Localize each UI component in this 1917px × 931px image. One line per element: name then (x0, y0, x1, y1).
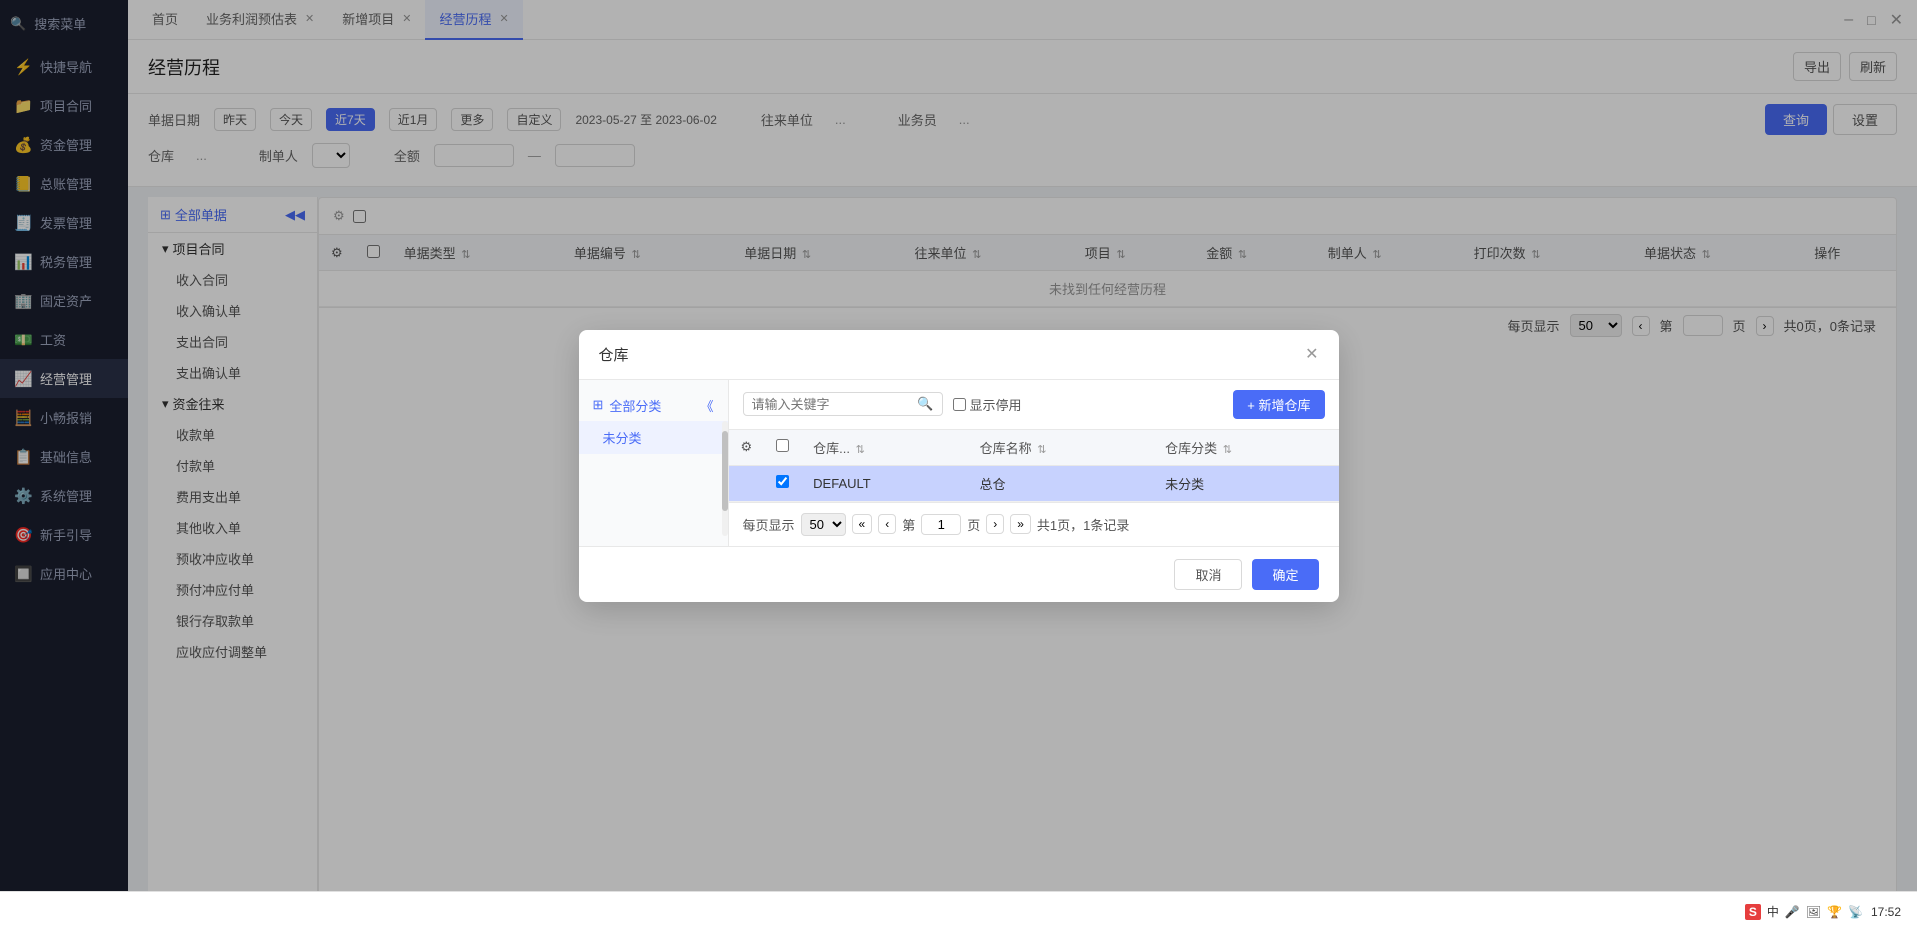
taskbar-icon-chinese[interactable]: 中 (1767, 903, 1779, 920)
modal-next-page-btn[interactable]: › (986, 514, 1004, 534)
modal-left-scrollbar-thumb (722, 431, 728, 511)
modal-per-page-label: 每页显示 (743, 515, 795, 534)
modal-close-button[interactable]: ✕ (1305, 344, 1318, 364)
wrow-settings (729, 465, 765, 501)
modal-first-page-btn[interactable]: « (852, 514, 873, 534)
modal-pagination: 每页显示 50 « ‹ 第 页 › » 共1页，1条记录 (743, 513, 1130, 536)
taskbar-icon-mic[interactable]: 🎤 (1785, 905, 1800, 919)
wrow-code: DEFAULT (801, 465, 967, 501)
modal-left-item-unclassified[interactable]: 未分类 (579, 421, 728, 454)
modal-total: 共1页，1条记录 (1037, 515, 1129, 534)
search-icon-2: 🔍 (917, 396, 933, 412)
wth-category[interactable]: 仓库分类 ⇅ (1153, 430, 1338, 466)
wrow-check[interactable] (764, 465, 801, 501)
modal-action-buttons: 取消 确定 (579, 546, 1339, 602)
add-warehouse-button[interactable]: + 新增仓库 (1233, 390, 1324, 419)
wth-header-checkbox[interactable] (776, 439, 789, 452)
modal-pagination-bar: 每页显示 50 « ‹ 第 页 › » 共1页，1条记录 (729, 502, 1339, 546)
show-disabled-label[interactable]: 显示停用 (953, 395, 1022, 414)
warehouse-table: ⚙ 仓库... ⇅ 仓库名称 ⇅ 仓库分类 ⇅ DEFAU (729, 430, 1339, 502)
warehouse-table-header: ⚙ 仓库... ⇅ 仓库名称 ⇅ 仓库分类 ⇅ (729, 430, 1339, 466)
wth-settings[interactable]: ⚙ (729, 430, 765, 466)
taskbar-icons: S 中 🎤 🖼 🏆 📡 (1745, 903, 1863, 920)
modal-per-page-select[interactable]: 50 (801, 513, 846, 536)
wrow-name: 总仓 (968, 465, 1153, 501)
modal-page-label: 第 (902, 515, 915, 534)
modal-table-container: ⚙ 仓库... ⇅ 仓库名称 ⇅ 仓库分类 ⇅ DEFAU (729, 430, 1339, 502)
taskbar: S 中 🎤 🖼 🏆 📡 17:52 (0, 891, 1917, 931)
wth-check[interactable] (764, 430, 801, 466)
wrow-category: 未分类 (1153, 465, 1338, 501)
wth-name[interactable]: 仓库名称 ⇅ (968, 430, 1153, 466)
warehouse-search-input[interactable] (752, 397, 914, 412)
taskbar-icon-s[interactable]: S (1745, 904, 1761, 920)
warehouse-table-row[interactable]: DEFAULT 总仓 未分类 (729, 465, 1339, 501)
modal-page-input[interactable] (921, 514, 961, 535)
taskbar-icon-img[interactable]: 🖼 (1806, 905, 1821, 919)
modal-header: 仓库 ✕ (579, 330, 1339, 380)
wth-settings-icon: ⚙ (741, 439, 753, 454)
modal-right-panel: 🔍 显示停用 + 新增仓库 ⚙ (729, 380, 1339, 546)
show-disabled-checkbox[interactable] (953, 398, 966, 411)
modal-prev-page-btn[interactable]: ‹ (878, 514, 896, 534)
taskbar-time: 17:52 (1871, 905, 1901, 919)
modal-left-panel: ⊞ 全部分类 《 未分类 (579, 380, 729, 546)
modal-search-box: 🔍 (743, 392, 943, 416)
wrow-checkbox[interactable] (776, 475, 789, 488)
cancel-button[interactable]: 取消 (1174, 559, 1242, 590)
modal-last-page-btn[interactable]: » (1010, 514, 1031, 534)
modal-all-category-label: 全部分类 (609, 396, 661, 415)
modal-body: ⊞ 全部分类 《 未分类 🔍 (579, 380, 1339, 546)
confirm-button[interactable]: 确定 (1252, 559, 1318, 590)
modal-toolbar: 🔍 显示停用 + 新增仓库 (729, 380, 1339, 430)
modal-all-category[interactable]: ⊞ 全部分类 《 (579, 390, 728, 421)
taskbar-icon-signal[interactable]: 📡 (1848, 905, 1863, 919)
collapse-left-icon[interactable]: 《 (700, 396, 713, 415)
grid-icon-2: ⊞ (593, 397, 604, 413)
modal-title: 仓库 (599, 344, 629, 365)
wth-code[interactable]: 仓库... ⇅ (801, 430, 967, 466)
taskbar-icon-trophy[interactable]: 🏆 (1827, 905, 1842, 919)
modal-page-unit: 页 (967, 515, 980, 534)
modal-left-scrollbar[interactable] (722, 421, 728, 536)
warehouse-modal: 仓库 ✕ ⊞ 全部分类 《 未分类 (579, 330, 1339, 602)
modal-overlay: 仓库 ✕ ⊞ 全部分类 《 未分类 (0, 0, 1917, 931)
